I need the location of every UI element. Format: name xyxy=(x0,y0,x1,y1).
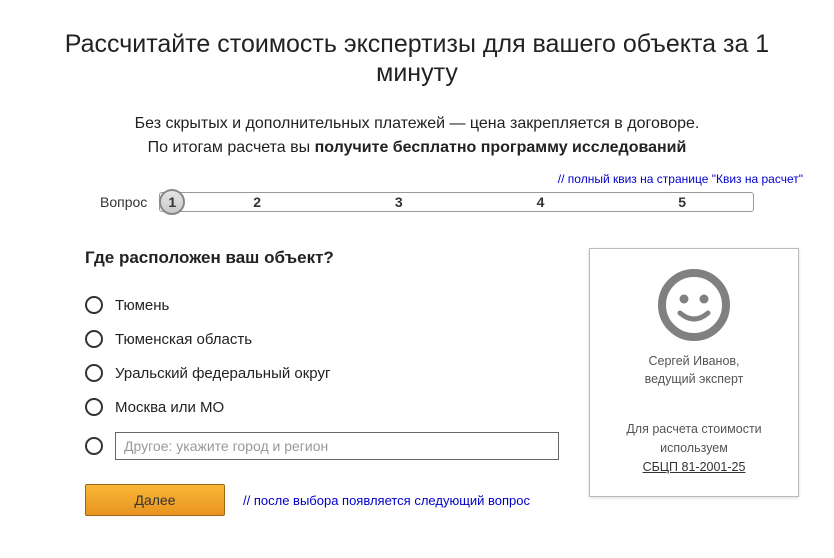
other-input[interactable] xyxy=(115,432,559,460)
avatar-smiley-icon xyxy=(604,267,784,343)
progress-step-4[interactable]: 4 xyxy=(470,194,612,210)
progress-bar: 1 2 3 4 5 xyxy=(159,192,754,212)
subtitle-line-1: Без скрытых и дополнительных платежей — … xyxy=(25,112,809,136)
option-label: Уральский федеральный округ xyxy=(115,365,330,382)
option-label: Тюменская область xyxy=(115,331,252,348)
option-label: Тюмень xyxy=(115,297,169,314)
option-row-1[interactable]: Тюмень xyxy=(85,296,559,314)
radio-icon[interactable] xyxy=(85,296,103,314)
page-title: Рассчитайте стоимость экспертизы для ваш… xyxy=(25,30,809,88)
expert-card: Сергей Иванов, ведущий эксперт Для расче… xyxy=(589,248,799,497)
option-row-2[interactable]: Тюменская область xyxy=(85,330,559,348)
expert-info: Для расчета стоимости используем СБЦП 81… xyxy=(604,420,784,476)
radio-icon[interactable] xyxy=(85,437,103,455)
option-row-4[interactable]: Москва или МО xyxy=(85,398,559,416)
radio-icon[interactable] xyxy=(85,398,103,416)
subtitle-line-2: По итогам расчета вы получите бесплатно … xyxy=(25,136,809,160)
option-label: Москва или МО xyxy=(115,399,224,416)
option-row-3[interactable]: Уральский федеральный округ xyxy=(85,364,559,382)
expert-name: Сергей Иванов, ведущий эксперт xyxy=(604,353,784,388)
progress-step-2[interactable]: 2 xyxy=(186,194,328,210)
progress-step-5[interactable]: 5 xyxy=(611,194,753,210)
quiz-note: // полный квиз на странице "Квиз на расч… xyxy=(25,172,809,186)
expert-link[interactable]: СБЦП 81-2001-25 xyxy=(643,460,746,474)
option-row-other[interactable] xyxy=(85,432,559,460)
progress-row: Вопрос 1 2 3 4 5 xyxy=(25,192,809,212)
progress-label: Вопрос xyxy=(100,194,147,210)
radio-icon[interactable] xyxy=(85,330,103,348)
step-circle-current: 1 xyxy=(159,189,185,215)
radio-icon[interactable] xyxy=(85,364,103,382)
subtitle: Без скрытых и дополнительных платежей — … xyxy=(25,112,809,160)
progress-step-3[interactable]: 3 xyxy=(328,194,470,210)
after-choice-note: // после выбора появляется следующий воп… xyxy=(243,493,530,508)
next-button[interactable]: Далее xyxy=(85,484,225,516)
question-title: Где расположен ваш объект? xyxy=(85,248,559,268)
